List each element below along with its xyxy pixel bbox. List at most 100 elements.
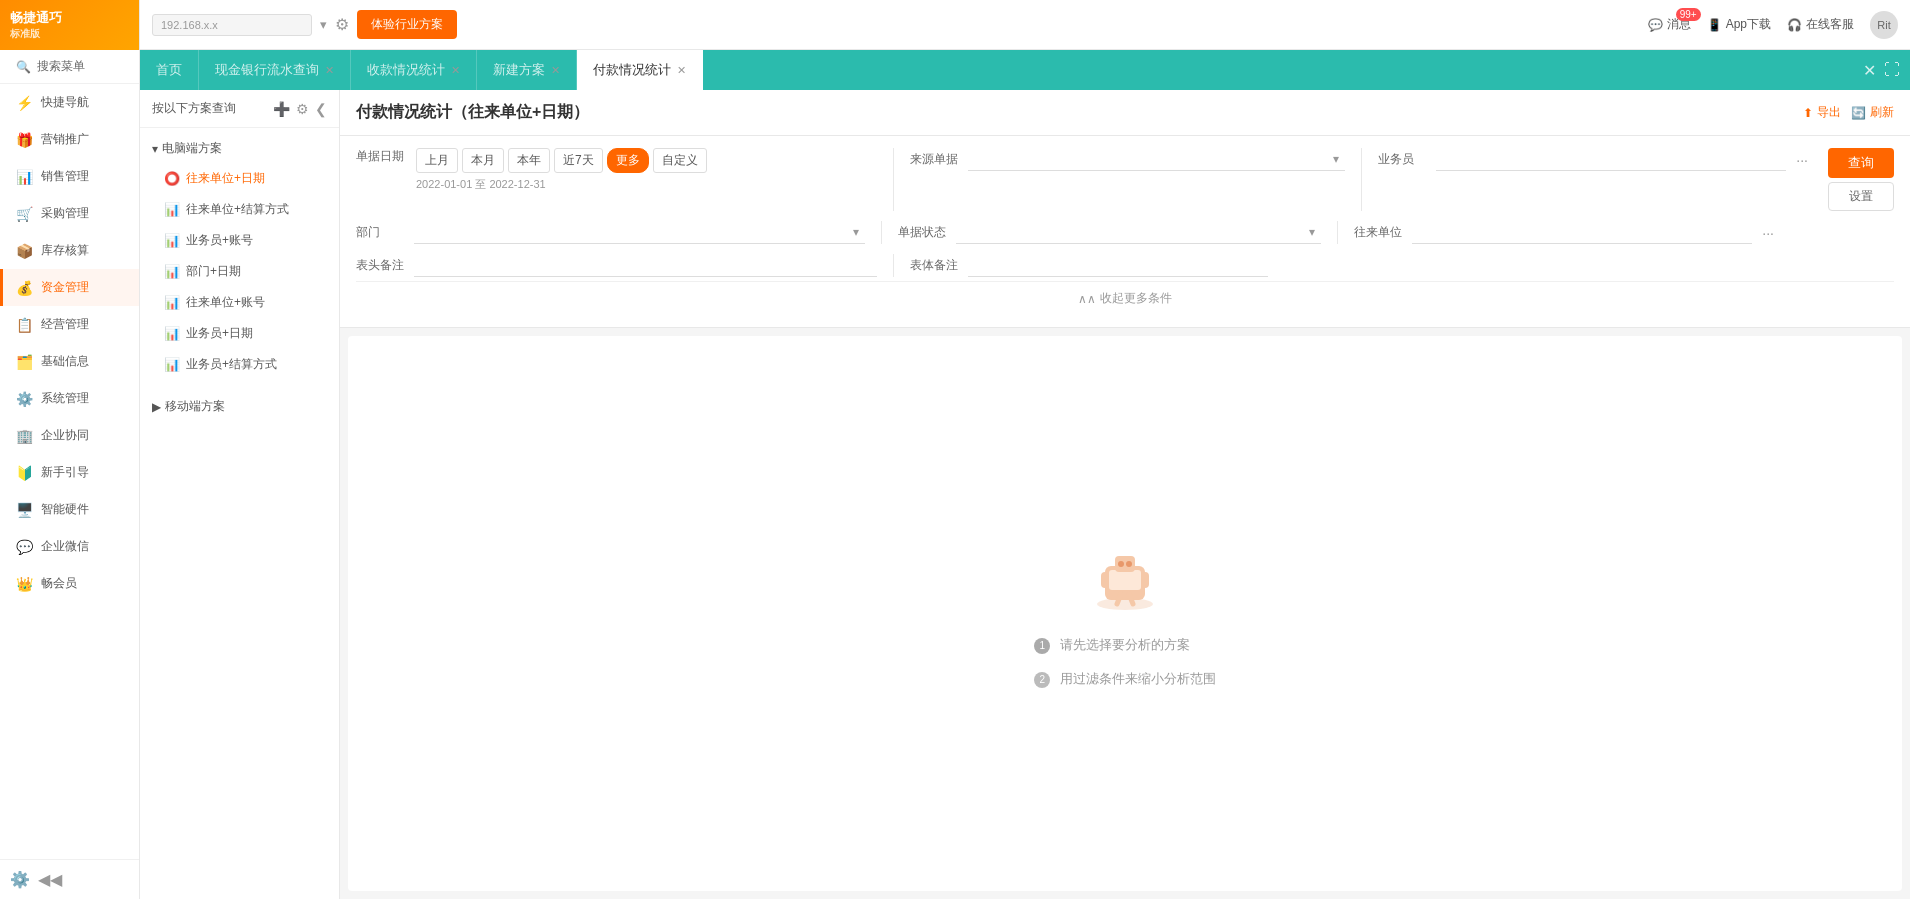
online-service-button[interactable]: 🎧 在线客服	[1787, 16, 1854, 33]
counterpart-label: 往来单位	[1354, 224, 1406, 241]
collapse-label: 收起更多条件	[1100, 290, 1172, 307]
body-note-input[interactable]	[968, 254, 1268, 277]
last-7-days-btn[interactable]: 近7天	[554, 148, 603, 173]
sidebar-item-marketing[interactable]: 🎁 营销推广	[0, 121, 139, 158]
svg-rect-3	[1101, 572, 1109, 588]
plan-item-dept-date[interactable]: 📊 部门+日期	[140, 256, 339, 287]
search-menu[interactable]: 🔍 搜索菜单	[0, 50, 139, 84]
sales-icon: 📊	[15, 169, 33, 185]
message-button[interactable]: 💬 消息 99+	[1648, 16, 1691, 33]
header-note-input[interactable]	[414, 254, 877, 277]
header-note-label: 表头备注	[356, 257, 408, 274]
topbar-left: 192.168.x.x ▾ ⚙ 体验行业方案	[152, 10, 1640, 39]
salesman-ellipsis-icon[interactable]: ···	[1792, 150, 1812, 170]
custom-date-btn[interactable]: 自定义	[653, 148, 707, 173]
topbar-gear-icon[interactable]: ⚙	[335, 15, 349, 34]
tab-payment[interactable]: 付款情况统计 ✕	[577, 50, 703, 90]
sidebar-item-basic[interactable]: 🗂️ 基础信息	[0, 343, 139, 380]
sidebar-item-finance[interactable]: 💰 资金管理	[0, 269, 139, 306]
sidebar-item-system[interactable]: ⚙️ 系统管理	[0, 380, 139, 417]
finance-icon: 💰	[15, 280, 33, 296]
plan-item-salesman-account[interactable]: 📊 业务员+账号	[140, 225, 339, 256]
pc-section-title[interactable]: ▾ 电脑端方案	[140, 134, 339, 163]
address-arrow-icon[interactable]: ▾	[320, 17, 327, 32]
sidebar-logo: 畅捷通巧 标准版	[0, 0, 139, 50]
plan-item-counterpart-settle[interactable]: 📊 往来单位+结算方式	[140, 194, 339, 225]
counterpart-ellipsis-icon[interactable]: ···	[1758, 223, 1778, 243]
marketing-icon: 🎁	[15, 132, 33, 148]
content-area: 按以下方案查询 ➕ ⚙ ❮ ▾ 电脑端方案 ⭕ 往来单位+日期 📊 往来单位+结…	[140, 90, 1910, 899]
sidebar-item-label: 经营管理	[41, 316, 89, 333]
sidebar-item-company[interactable]: 🏢 企业协同	[0, 417, 139, 454]
plan-item-label: 业务员+日期	[186, 325, 253, 342]
trial-button[interactable]: 体验行业方案	[357, 10, 457, 39]
sidebar-nav: ⚡ 快捷导航 🎁 营销推广 📊 销售管理 🛒 采购管理 📦 库存核算 💰 资金管…	[0, 84, 139, 859]
pc-arrow-icon: ▾	[152, 142, 158, 156]
query-button[interactable]: 查询	[1828, 148, 1894, 178]
tab-new-plan-close-icon[interactable]: ✕	[551, 64, 560, 77]
settings-plan-icon[interactable]: ⚙	[296, 101, 309, 117]
sidebar-item-sales[interactable]: 📊 销售管理	[0, 158, 139, 195]
sidebar-item-inventory[interactable]: 📦 库存核算	[0, 232, 139, 269]
tip2-num: 2	[1034, 672, 1050, 688]
more-dates-btn[interactable]: 更多	[607, 148, 649, 173]
sidebar-item-label: 系统管理	[41, 390, 89, 407]
dept-date-icon: 📊	[164, 264, 180, 279]
plan-item-counterpart-date[interactable]: ⭕ 往来单位+日期	[140, 163, 339, 194]
salesman-input[interactable]	[1436, 148, 1787, 171]
maximize-icon[interactable]: ⛶	[1884, 61, 1900, 79]
tab-payment-label: 付款情况统计	[593, 61, 671, 79]
source-select[interactable]: ▾	[968, 148, 1344, 171]
plan-item-salesman-settle[interactable]: 📊 业务员+结算方式	[140, 349, 339, 380]
app-icon: 📱	[1707, 18, 1722, 32]
app-download-button[interactable]: 📱 App下载	[1707, 16, 1771, 33]
panel-title: 按以下方案查询	[152, 100, 267, 117]
sidebar-item-guide[interactable]: 🔰 新手引导	[0, 454, 139, 491]
sidebar-item-member[interactable]: 👑 畅会员	[0, 565, 139, 602]
tab-home[interactable]: 首页	[140, 50, 199, 90]
address-bar[interactable]: 192.168.x.x	[152, 14, 312, 36]
guide-icon: 🔰	[15, 465, 33, 481]
sidebar-item-quick-nav[interactable]: ⚡ 快捷导航	[0, 84, 139, 121]
sidebar-item-label: 库存核算	[41, 242, 89, 259]
user-avatar[interactable]: Rit	[1870, 11, 1898, 39]
tab-new-plan[interactable]: 新建方案 ✕	[477, 50, 577, 90]
add-plan-icon[interactable]: ➕	[273, 101, 290, 117]
doc-status-select[interactable]: ▾	[956, 221, 1322, 244]
empty-svg	[1085, 536, 1165, 616]
search-label: 搜索菜单	[37, 58, 85, 75]
tab-receipt[interactable]: 收款情况统计 ✕	[351, 50, 477, 90]
settings-bottom-icon[interactable]: ⚙️	[10, 870, 30, 889]
collapse-arrow-icon: ∧∧	[1078, 292, 1096, 306]
this-month-btn[interactable]: 本月	[462, 148, 504, 173]
sidebar-item-hardware[interactable]: 🖥️ 智能硬件	[0, 491, 139, 528]
collapse-panel-icon[interactable]: ❮	[315, 101, 327, 117]
plan-item-salesman-date[interactable]: 📊 业务员+日期	[140, 318, 339, 349]
close-all-icon[interactable]: ✕	[1863, 61, 1876, 80]
tab-bank[interactable]: 现金银行流水查询 ✕	[199, 50, 351, 90]
date-range-text: 2022-01-01 至 2022-12-31	[416, 177, 707, 192]
sidebar-item-business[interactable]: 📋 经营管理	[0, 306, 139, 343]
setting-button[interactable]: 设置	[1828, 182, 1894, 211]
left-panel: 按以下方案查询 ➕ ⚙ ❮ ▾ 电脑端方案 ⭕ 往来单位+日期 📊 往来单位+结…	[140, 90, 340, 899]
collapse-filter-button[interactable]: ∧∧ 收起更多条件	[356, 281, 1894, 315]
page-header: 付款情况统计（往来单位+日期） ⬆ 导出 🔄 刷新	[340, 90, 1910, 136]
plan-item-label: 部门+日期	[186, 263, 241, 280]
plan-item-counterpart-account[interactable]: 📊 往来单位+账号	[140, 287, 339, 318]
refresh-button[interactable]: 🔄 刷新	[1851, 104, 1894, 121]
collapse-sidebar-icon[interactable]: ◀◀	[38, 870, 62, 889]
tip2-text: 用过滤条件来缩小分析范围	[1060, 671, 1216, 686]
export-button[interactable]: ⬆ 导出	[1803, 104, 1841, 121]
sidebar-item-purchase[interactable]: 🛒 采购管理	[0, 195, 139, 232]
tab-bank-close-icon[interactable]: ✕	[325, 64, 334, 77]
tab-payment-close-icon[interactable]: ✕	[677, 64, 686, 77]
export-label: 导出	[1817, 104, 1841, 121]
sidebar-item-wechat[interactable]: 💬 企业微信	[0, 528, 139, 565]
dept-select[interactable]: ▾	[414, 221, 865, 244]
counterpart-input[interactable]	[1412, 221, 1752, 244]
this-year-btn[interactable]: 本年	[508, 148, 550, 173]
tab-receipt-close-icon[interactable]: ✕	[451, 64, 460, 77]
mobile-plan-section: ▶ 移动端方案	[140, 386, 339, 427]
mobile-section-title[interactable]: ▶ 移动端方案	[140, 392, 339, 421]
last-month-btn[interactable]: 上月	[416, 148, 458, 173]
